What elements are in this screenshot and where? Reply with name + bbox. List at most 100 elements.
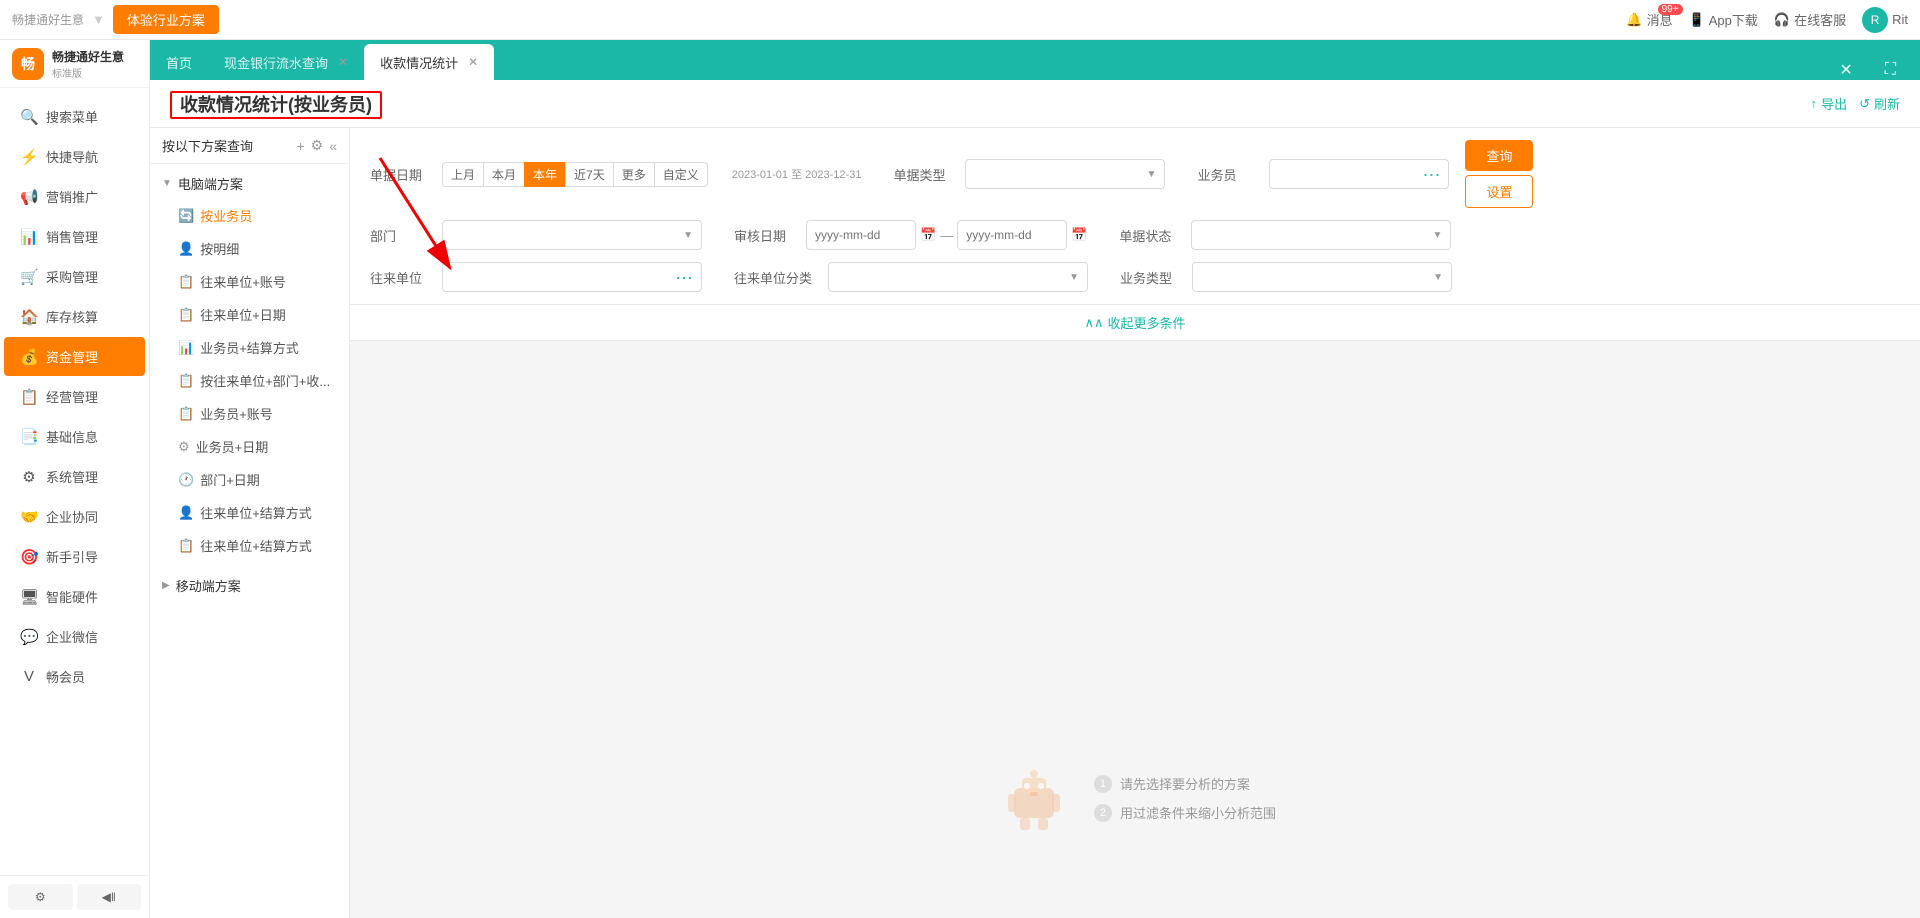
- online-service[interactable]: 🎧 在线客服: [1774, 10, 1846, 29]
- sidebar-label-nav: 快捷导航: [46, 147, 98, 166]
- sidebar-item-member[interactable]: V 畅会员: [4, 657, 145, 696]
- sidebar-label-inventory: 库存核算: [46, 307, 98, 326]
- counterparty-type-select[interactable]: ▼: [828, 262, 1088, 292]
- date-tab-custom[interactable]: 自定义: [654, 162, 708, 187]
- mobile-group-label: 移动端方案: [176, 576, 241, 595]
- header-right: 🔔 消息 99+ 📱 App下载 🎧 在线客服 R Rit: [1626, 7, 1908, 33]
- sidebar-item-management[interactable]: 📋 经营管理: [4, 377, 145, 416]
- tab-receipts-close[interactable]: ✕: [468, 55, 478, 69]
- salesman-scheme-icon: 🔄: [178, 208, 194, 224]
- sidebar-item-wechat[interactable]: 💬 企业微信: [4, 617, 145, 656]
- dept-select[interactable]: ▼: [442, 220, 702, 250]
- nav-icon: ⚡: [20, 148, 38, 166]
- sidebar-menu: 🔍 搜索菜单 ⚡ 快捷导航 📢 营销推广 📊 销售管理 🛒 采购管理 🏠: [0, 88, 149, 875]
- sidebar-item-collab[interactable]: 🤝 企业协同: [4, 497, 145, 536]
- user-avatar[interactable]: R Rit: [1862, 7, 1908, 33]
- sidebar-item-system[interactable]: ⚙ 系统管理: [4, 457, 145, 496]
- unit-account-label: 往来单位+账号: [200, 272, 286, 291]
- scheme-item-salesman[interactable]: 🔄 按业务员: [150, 199, 349, 232]
- set-button[interactable]: 设置: [1465, 175, 1533, 208]
- scheme-add-btn[interactable]: +: [296, 137, 304, 154]
- doc-type-select[interactable]: ▼: [965, 159, 1165, 189]
- tab-bar-expand-btn[interactable]: ⛶: [1873, 61, 1908, 79]
- sidebar-label-finance: 资金管理: [46, 347, 98, 366]
- sidebar-item-sales[interactable]: 📊 销售管理: [4, 217, 145, 256]
- member-icon: V: [20, 668, 38, 685]
- sidebar-item-search[interactable]: 🔍 搜索菜单: [4, 97, 145, 136]
- salesman-more-btn[interactable]: ···: [1422, 165, 1440, 183]
- export-button[interactable]: ↑ 导出: [1811, 94, 1848, 113]
- scheme-group-pc-header[interactable]: ▼ 电脑端方案: [150, 168, 349, 199]
- salesman-select[interactable]: ···: [1269, 159, 1449, 189]
- salesman-acct-label: 业务员+账号: [200, 404, 273, 423]
- date-tab-7days[interactable]: 近7天: [565, 162, 613, 187]
- sidebar-item-guide[interactable]: 🎯 新手引导: [4, 537, 145, 576]
- date-label: 单据日期: [370, 165, 426, 184]
- counterparty-type-arrow: ▼: [1069, 272, 1079, 283]
- tab-home[interactable]: 首页: [150, 44, 208, 80]
- doc-type-arrow: ▼: [1147, 169, 1157, 180]
- tip-text-2: 用过滤条件来缩小分析范围: [1120, 803, 1276, 822]
- review-date-to[interactable]: [957, 220, 1067, 250]
- tab-cashflow[interactable]: 现金银行流水查询 ✕: [208, 44, 364, 80]
- sidebar-item-marketing[interactable]: 📢 营销推广: [4, 177, 145, 216]
- scheme-settings-btn[interactable]: ⚙: [311, 137, 324, 154]
- sidebar-item-basic[interactable]: 📑 基础信息: [4, 417, 145, 456]
- scheme-item-unit-settle1[interactable]: 👤 往来单位+结算方式: [150, 496, 349, 529]
- page-header: 收款情况统计(按业务员) ↑ 导出 ↺ 刷新: [150, 80, 1920, 128]
- app-download[interactable]: 📱 App下载: [1689, 10, 1758, 29]
- review-date-from-cal[interactable]: 📅: [920, 227, 936, 243]
- robot-illustration: [994, 758, 1074, 838]
- filter-row-3: 往来单位 ··· 往来单位分类 ▼ 业务类型 ▼: [370, 262, 1900, 292]
- sidebar-item-purchase[interactable]: 🛒 采购管理: [4, 257, 145, 296]
- scheme-item-salesman-settle[interactable]: 📊 业务员+结算方式: [150, 331, 349, 364]
- unit-settle2-icon: 📋: [178, 538, 194, 554]
- scheme-item-unit-account[interactable]: 📋 往来单位+账号: [150, 265, 349, 298]
- salesman-settle-icon: 📊: [178, 340, 194, 356]
- review-date-to-cal[interactable]: 📅: [1071, 227, 1087, 243]
- refresh-button[interactable]: ↺ 刷新: [1859, 94, 1900, 113]
- tab-bar-close-btn[interactable]: ✕: [1827, 60, 1864, 80]
- tip-num-2: 2: [1094, 804, 1112, 822]
- sidebar-item-finance[interactable]: 💰 资金管理: [4, 337, 145, 376]
- header-left: 畅捷通好生意 ▼ 体验行业方案: [12, 5, 219, 34]
- message-area[interactable]: 🔔 消息 99+: [1626, 10, 1672, 29]
- date-tab-last-month[interactable]: 上月: [442, 162, 483, 187]
- date-tab-this-month[interactable]: 本月: [483, 162, 524, 187]
- sidebar-bottom: ⚙ ◀‖: [0, 875, 149, 918]
- query-button[interactable]: 查询: [1465, 140, 1533, 171]
- sidebar-item-hardware[interactable]: 🖥 智能硬件: [4, 577, 145, 616]
- scheme-collapse-btn[interactable]: «: [329, 137, 337, 154]
- collapse-bar[interactable]: ∧∧ 收起更多条件: [350, 305, 1920, 341]
- sidebar-item-nav[interactable]: ⚡ 快捷导航: [4, 137, 145, 176]
- tab-receipts[interactable]: 收款情况统计 ✕: [364, 44, 494, 80]
- scheme-item-unit-date[interactable]: 📋 往来单位+日期: [150, 298, 349, 331]
- scheme-item-dept-date[interactable]: 🕐 部门+日期: [150, 463, 349, 496]
- scheme-item-unit-dept[interactable]: 📋 按往来单位+部门+收...: [150, 364, 349, 397]
- empty-tips: 1 请先选择要分析的方案 2 用过滤条件来缩小分析范围: [1094, 774, 1276, 822]
- date-tab-more[interactable]: 更多: [613, 162, 654, 187]
- counterparty-select[interactable]: ···: [442, 262, 702, 292]
- dept-arrow: ▼: [683, 230, 693, 241]
- sidebar-settings-btn[interactable]: ⚙: [8, 884, 73, 910]
- sidebar-label-member: 畅会员: [46, 667, 85, 686]
- salesman-date-icon: ⚙: [178, 439, 190, 455]
- salesman-scheme-label: 按业务员: [200, 206, 252, 225]
- doc-status-label: 单据状态: [1119, 226, 1175, 245]
- doc-status-select[interactable]: ▼: [1191, 220, 1451, 250]
- tab-cashflow-close[interactable]: ✕: [338, 55, 348, 69]
- scheme-item-unit-settle2[interactable]: 📋 往来单位+结算方式: [150, 529, 349, 562]
- business-type-arrow: ▼: [1433, 272, 1443, 283]
- try-button[interactable]: 体验行业方案: [113, 5, 219, 34]
- scheme-item-detail[interactable]: 👤 按明细: [150, 232, 349, 265]
- scheme-group-mobile-header[interactable]: ▶ 移动端方案: [150, 570, 349, 601]
- business-type-select[interactable]: ▼: [1192, 262, 1452, 292]
- review-date-from[interactable]: [806, 220, 916, 250]
- sidebar-collapse-btn[interactable]: ◀‖: [77, 884, 142, 910]
- scheme-item-salesman-acct[interactable]: 📋 业务员+账号: [150, 397, 349, 430]
- date-tab-this-year[interactable]: 本年: [524, 162, 565, 187]
- counterparty-more-btn[interactable]: ···: [675, 268, 693, 286]
- scheme-item-salesman-date[interactable]: ⚙ 业务员+日期: [150, 430, 349, 463]
- unit-date-icon: 📋: [178, 307, 194, 323]
- sidebar-item-inventory[interactable]: 🏠 库存核算: [4, 297, 145, 336]
